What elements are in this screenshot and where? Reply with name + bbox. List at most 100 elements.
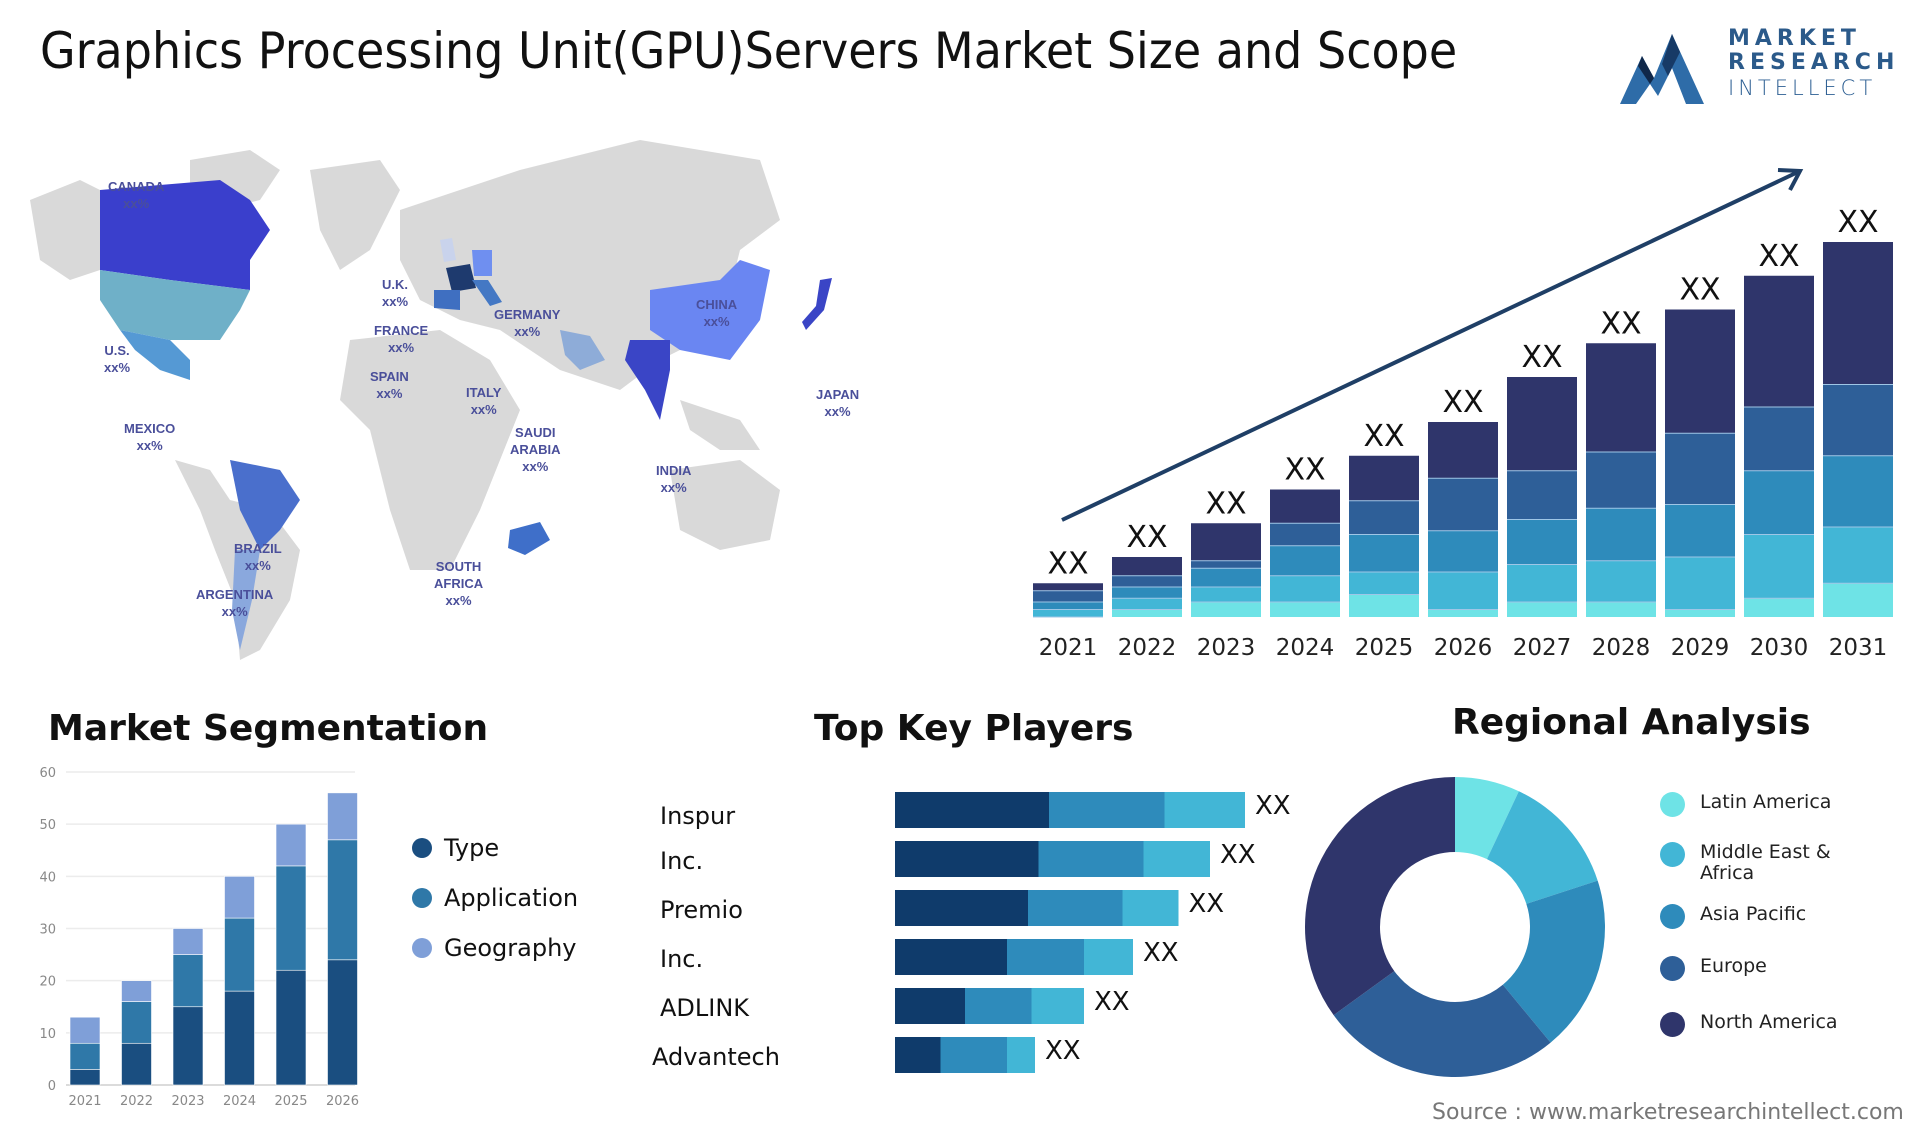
bar-segment-application [121, 1001, 152, 1044]
bar-segment [1823, 455, 1893, 527]
bar-segment [1823, 527, 1893, 584]
bar-segment [1428, 530, 1498, 572]
bar-stack-2022 [1112, 557, 1182, 617]
country-south-africa[interactable] [508, 522, 550, 555]
map-label-japan: JAPAN xx% [816, 387, 860, 419]
x-tick-label: 2021 [1039, 635, 1098, 661]
legend-dot-icon [412, 888, 432, 908]
player-data-label: XX [1045, 1036, 1081, 1066]
map-label-argentina: ARGENTINA xx% [196, 587, 274, 619]
legend-dot-icon [412, 838, 432, 858]
legend-dot-icon [1660, 792, 1685, 817]
bar-segment [1033, 590, 1103, 602]
legend-middle-east-africa: Middle East & Africa [1660, 842, 1860, 884]
bar-segment [1349, 594, 1419, 617]
country-germany[interactable] [472, 250, 492, 276]
legend-dot-icon [1660, 904, 1685, 929]
data-label: XX [1679, 273, 1720, 308]
bar-segment [1112, 557, 1182, 576]
x-tick-label: 2021 [68, 1094, 101, 1109]
y-tick-label: 30 [39, 923, 56, 938]
y-tick-label: 20 [39, 975, 56, 990]
legend-europe: Europe [1660, 956, 1767, 981]
country-japan[interactable] [802, 278, 832, 330]
player-bar-segment [1143, 841, 1210, 877]
bar-segment [1112, 575, 1182, 587]
player-bar-segment [1038, 841, 1144, 877]
bar-segment-application [69, 1042, 101, 1070]
legend-dot-icon [1660, 1012, 1685, 1037]
x-tick-label: 2023 [1197, 635, 1256, 661]
source-text: Source : www.marketresearchintellect.com [1432, 1100, 1904, 1125]
data-label: XX [1758, 239, 1799, 274]
map-label-germany: GERMANY xx% [494, 307, 561, 339]
map-label-canada: CANADA xx% [108, 179, 165, 211]
legend-dot-icon [412, 938, 432, 958]
player-label: Advantech [652, 1043, 780, 1071]
bar-segment [1744, 275, 1814, 407]
player-label: Premio [660, 896, 743, 924]
bar-segment [1349, 500, 1419, 535]
legend-latin-america: Latin America [1660, 792, 1831, 817]
key-players-bars: Inspur XX Inc. XX Premio XX Inc. XX ADLINK XX Adva… [652, 791, 1291, 1073]
bar-segment [1112, 587, 1182, 599]
bar-stack-2028 [1586, 343, 1656, 617]
legend-geography: Geography [412, 934, 577, 962]
legend-asia-pacific: Asia Pacific [1660, 904, 1806, 929]
y-tick-label: 0 [48, 1079, 56, 1094]
x-tick-label: 2024 [1276, 635, 1335, 661]
y-tick-label: 60 [39, 766, 56, 781]
bar-segment [1270, 523, 1340, 546]
land-alaska [30, 180, 100, 280]
player-data-label: XX [1189, 889, 1225, 919]
map-label-brazil: BRAZIL xx% [234, 541, 282, 573]
bar-stack-2023 [1191, 523, 1261, 617]
bar-segment-type [172, 1006, 204, 1086]
bar-segment [1270, 545, 1340, 576]
bar-segment-type [275, 969, 307, 1086]
bar-segment [1191, 560, 1261, 569]
x-tick-label: 2025 [1355, 635, 1414, 661]
data-label: XX [1126, 520, 1167, 555]
bar-stack-2030 [1744, 275, 1814, 617]
bar-segment [1665, 557, 1735, 610]
player-bar-segment [895, 988, 965, 1024]
bar-segment [1191, 602, 1261, 617]
data-label: XX [1047, 546, 1088, 581]
key-players-title: Top Key Players [814, 708, 1134, 749]
data-label: XX [1521, 340, 1562, 375]
bar-segment [1507, 470, 1577, 520]
x-tick-label: 2026 [326, 1094, 359, 1109]
bar-segment [1270, 489, 1340, 524]
bar-segment [1586, 452, 1656, 509]
player-bar-segment [895, 939, 1007, 975]
legend-dot-icon [1660, 956, 1685, 981]
bar-segment-type [327, 959, 358, 1086]
land-se-asia [680, 400, 760, 450]
bar-segment-geography [327, 792, 358, 841]
land-africa [340, 330, 520, 570]
player-bar-segment [1007, 1037, 1035, 1073]
company-logo: MARKET RESEARCH INTELLECT [1620, 26, 1900, 106]
bar-segment [1665, 433, 1735, 505]
market-growth-chart: XX 2021 XX 2022 XX 2023 XX 2024 XX 2025 XX 2026 XX 20… [1033, 168, 1893, 661]
bar-segment [1349, 572, 1419, 595]
y-tick-label: 40 [39, 870, 56, 885]
bar-segment [1744, 534, 1814, 599]
bar-segment [1349, 534, 1419, 572]
country-spain[interactable] [434, 290, 460, 310]
page-title: Graphics Processing Unit(GPU)Servers Mar… [40, 22, 1458, 80]
bar-segment [1507, 377, 1577, 471]
bar-stack-2025 [1349, 455, 1419, 617]
legend-dot-icon [1660, 842, 1685, 867]
x-tick-label: 2027 [1513, 635, 1572, 661]
bar-segment [1507, 602, 1577, 617]
player-bar-segment [1031, 988, 1084, 1024]
x-tick-label: 2025 [274, 1094, 307, 1109]
x-tick-label: 2026 [1434, 635, 1493, 661]
map-label-france: FRANCE xx% [374, 323, 429, 355]
bar-segment [1191, 587, 1261, 602]
player-data-label: XX [1094, 987, 1130, 1017]
bar-segment-application [327, 839, 358, 961]
bar-segment [1744, 407, 1814, 471]
